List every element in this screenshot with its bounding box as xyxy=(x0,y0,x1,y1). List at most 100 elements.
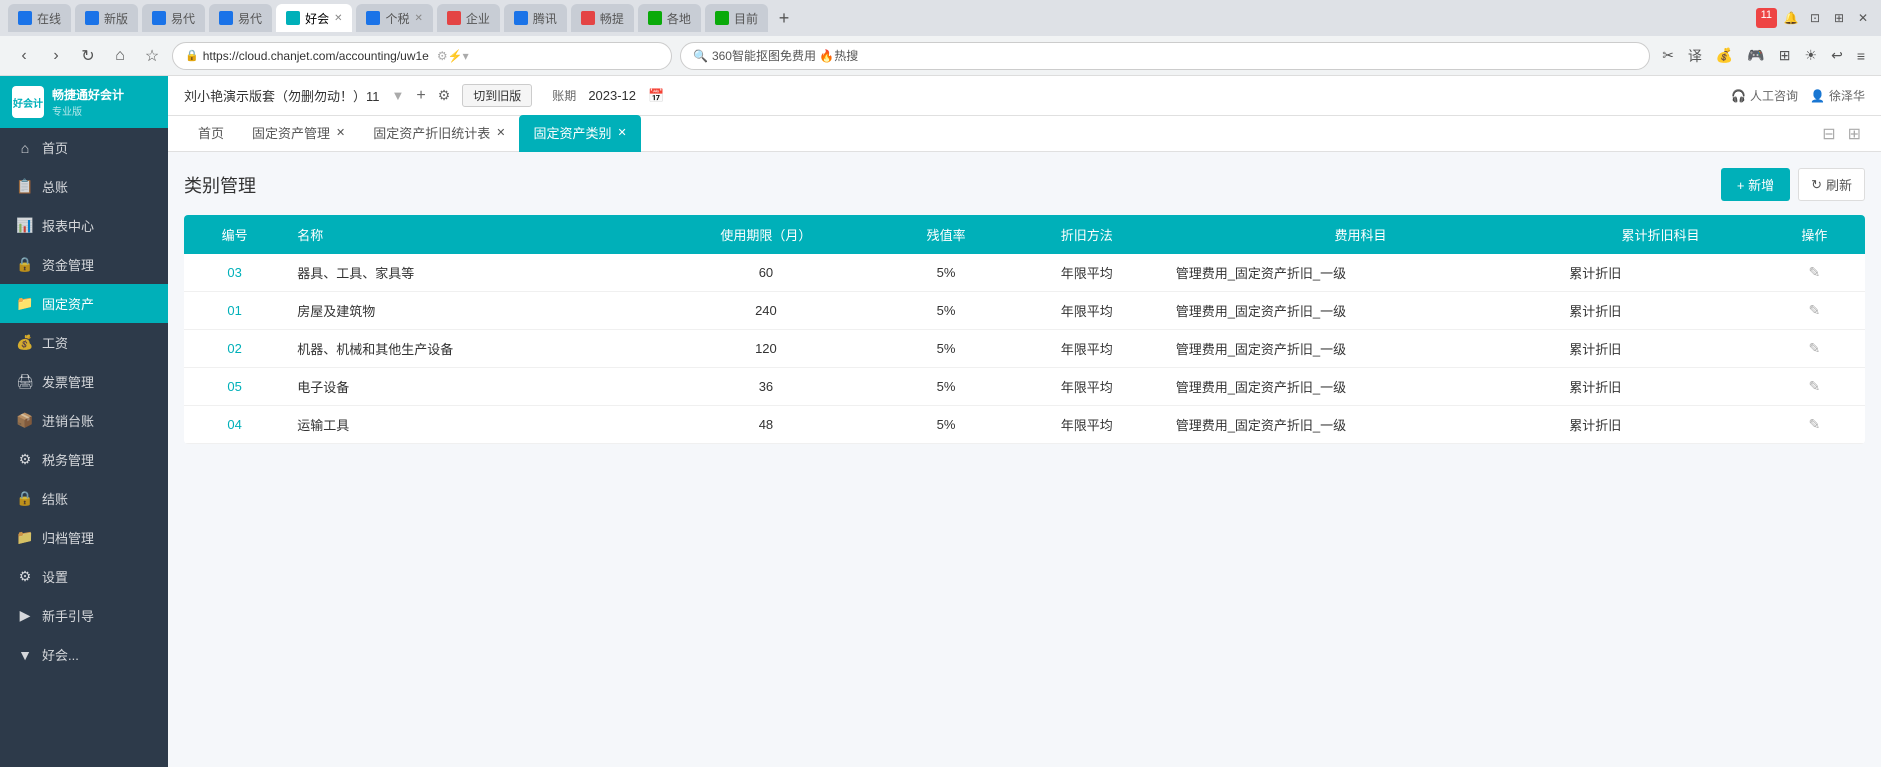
sidebar-item-settings[interactable]: ⚙ 设置 xyxy=(0,557,168,596)
refresh-button[interactable]: ↻ 刷新 xyxy=(1798,168,1865,201)
menu-icon[interactable]: ≡ xyxy=(1853,44,1869,68)
cell-method: 年限平均 xyxy=(1010,254,1164,292)
cell-code: 03 xyxy=(184,254,285,292)
sidebar-item-asset[interactable]: 📁 固定资产 xyxy=(0,284,168,323)
consult-button[interactable]: 🎧 人工咨询 xyxy=(1731,87,1798,104)
cell-action: ✎ xyxy=(1764,368,1865,406)
tab-close-icon[interactable]: ✕ xyxy=(414,13,422,24)
browser-tab[interactable]: 各地 xyxy=(638,4,701,32)
sidebar-item-home[interactable]: ⌂ 首页 xyxy=(0,128,168,167)
edit-icon[interactable]: ✎ xyxy=(1808,378,1820,394)
add-account-button[interactable]: + xyxy=(416,87,425,105)
edit-icon[interactable]: ✎ xyxy=(1808,302,1820,318)
headphone-icon: 🎧 xyxy=(1731,89,1746,103)
maximize-icon[interactable]: ⊞ xyxy=(1829,8,1849,28)
sun-icon[interactable]: ☀ xyxy=(1801,43,1822,68)
add-button[interactable]: + 新增 xyxy=(1721,168,1790,201)
sidebar-item-invoice[interactable]: 🖨 发票管理 xyxy=(0,362,168,401)
tab-asset-mgmt[interactable]: 固定资产管理 ✕ xyxy=(238,115,359,152)
browser-tab[interactable]: 易代 xyxy=(142,4,205,32)
restore-icon[interactable]: ⊡ xyxy=(1805,8,1825,28)
tab-label: 个税 xyxy=(385,10,409,27)
cell-expense: 管理费用_固定资产折旧_一级 xyxy=(1164,330,1558,368)
game-icon[interactable]: 🎮 xyxy=(1743,43,1768,68)
edit-icon[interactable]: ✎ xyxy=(1808,264,1820,280)
sidebar-item-archive[interactable]: 📁 归档管理 xyxy=(0,518,168,557)
cell-code: 01 xyxy=(184,292,285,330)
sidebar-label-archive: 归档管理 xyxy=(42,528,94,547)
cell-expense: 管理费用_固定资产折旧_一级 xyxy=(1164,406,1558,444)
browser-tab[interactable]: 畅提 xyxy=(571,4,634,32)
sidebar-item-more[interactable]: ▼ 好会... xyxy=(0,635,168,674)
forward-button[interactable]: › xyxy=(44,44,68,68)
edit-icon[interactable]: ✎ xyxy=(1808,416,1820,432)
edit-icon[interactable]: ✎ xyxy=(1808,340,1820,356)
tab-category-close[interactable]: ✕ xyxy=(618,126,627,139)
minimize-icon[interactable]: 🔔 xyxy=(1781,8,1801,28)
tab-depreciation[interactable]: 固定资产折旧统计表 ✕ xyxy=(359,115,519,152)
asset-icon: 📁 xyxy=(16,295,34,313)
grid-icon[interactable]: ⊞ xyxy=(1775,43,1795,68)
browser-tab[interactable]: 企业 xyxy=(437,4,500,32)
sidebar-label-home: 首页 xyxy=(42,138,68,157)
cell-method: 年限平均 xyxy=(1010,330,1164,368)
sidebar-item-fund[interactable]: 🔒 资金管理 xyxy=(0,245,168,284)
cell-action: ✎ xyxy=(1764,254,1865,292)
tab-favicon xyxy=(18,11,32,25)
tab-label: 目前 xyxy=(734,10,758,27)
tab-close-icon[interactable]: ✕ xyxy=(334,13,342,24)
new-tab-button[interactable]: + xyxy=(772,6,796,30)
sidebar-item-stock[interactable]: 📦 进销台账 xyxy=(0,401,168,440)
refresh-button[interactable]: ↻ xyxy=(76,44,100,68)
close-icon[interactable]: ✕ xyxy=(1853,8,1873,28)
browser-tab[interactable]: 在线 xyxy=(8,4,71,32)
home-icon: ⌂ xyxy=(16,139,34,157)
switch-version-button[interactable]: 切到旧版 xyxy=(462,84,532,107)
badge-count: 11 xyxy=(1756,8,1777,28)
browser-tab[interactable]: 易代 xyxy=(209,4,272,32)
browser-tab[interactable]: 新版 xyxy=(75,4,138,32)
sidebar-item-report[interactable]: 📊 报表中心 xyxy=(0,206,168,245)
user-info: 👤 徐泽华 xyxy=(1810,87,1865,104)
tab-home[interactable]: 首页 xyxy=(184,115,238,152)
sidebar-item-close[interactable]: 🔒 结账 xyxy=(0,479,168,518)
search-placeholder: 360智能抠图免费用 🔥热搜 xyxy=(712,47,858,64)
calendar-icon[interactable]: 📅 xyxy=(648,88,664,104)
sidebar-label-asset: 固定资产 xyxy=(42,294,94,313)
browser-tab[interactable]: 好会 ✕ xyxy=(276,4,352,32)
url-bar[interactable]: 🔒 https://cloud.chanjet.com/accounting/u… xyxy=(172,42,672,70)
tab-category[interactable]: 固定资产类别 ✕ xyxy=(519,115,640,152)
back-button[interactable]: ‹ xyxy=(12,44,36,68)
tab-favicon xyxy=(219,11,233,25)
sidebar-item-salary[interactable]: 💰 工资 xyxy=(0,323,168,362)
undo-icon[interactable]: ↩ xyxy=(1827,43,1847,68)
browser-tab[interactable]: 目前 xyxy=(705,4,768,32)
cut-icon[interactable]: ✂ xyxy=(1658,43,1678,68)
sidebar-item-tax[interactable]: ⚙ 税务管理 xyxy=(0,440,168,479)
home-button[interactable]: ⌂ xyxy=(108,44,132,68)
cell-method: 年限平均 xyxy=(1010,368,1164,406)
maximize-content-icon[interactable]: ⊞ xyxy=(1844,124,1865,144)
browser-tab[interactable]: 个税 ✕ xyxy=(356,4,432,32)
browser-tab[interactable]: 腾讯 xyxy=(504,4,567,32)
tab-asset-mgmt-close[interactable]: ✕ xyxy=(336,126,345,139)
more-icon: ▼ xyxy=(16,646,34,664)
settings-button[interactable]: ⚙ xyxy=(438,87,451,104)
search-bar[interactable]: 🔍 360智能抠图免费用 🔥热搜 xyxy=(680,42,1650,70)
browser-chrome: 在线 新版 易代 易代 好会 ✕ 个税 ✕ 企业 腾讯 畅提 各地 目前 xyxy=(0,0,1881,36)
account-dropdown-icon[interactable]: ▼ xyxy=(392,88,405,103)
tab-depreciation-label: 固定资产折旧统计表 xyxy=(373,123,490,142)
bookmark-button[interactable]: ☆ xyxy=(140,44,164,68)
sidebar-item-guide[interactable]: ▶ 新手引导 xyxy=(0,596,168,635)
translate-icon[interactable]: 译 xyxy=(1684,42,1706,70)
cell-period: 120 xyxy=(650,330,883,368)
col-header-action: 操作 xyxy=(1764,215,1865,254)
cell-code: 02 xyxy=(184,330,285,368)
sidebar-item-ledger[interactable]: 📋 总账 xyxy=(0,167,168,206)
top-bar-right: 🎧 人工咨询 👤 徐泽华 xyxy=(1731,87,1865,104)
tab-depreciation-close[interactable]: ✕ xyxy=(496,126,505,139)
wallet-icon[interactable]: 💰 xyxy=(1712,43,1737,68)
minimize-content-icon[interactable]: ⊟ xyxy=(1818,124,1839,144)
cell-residual: 5% xyxy=(882,254,1010,292)
account-name: 刘小艳演示版套（勿删勿动！）11 xyxy=(184,86,380,105)
